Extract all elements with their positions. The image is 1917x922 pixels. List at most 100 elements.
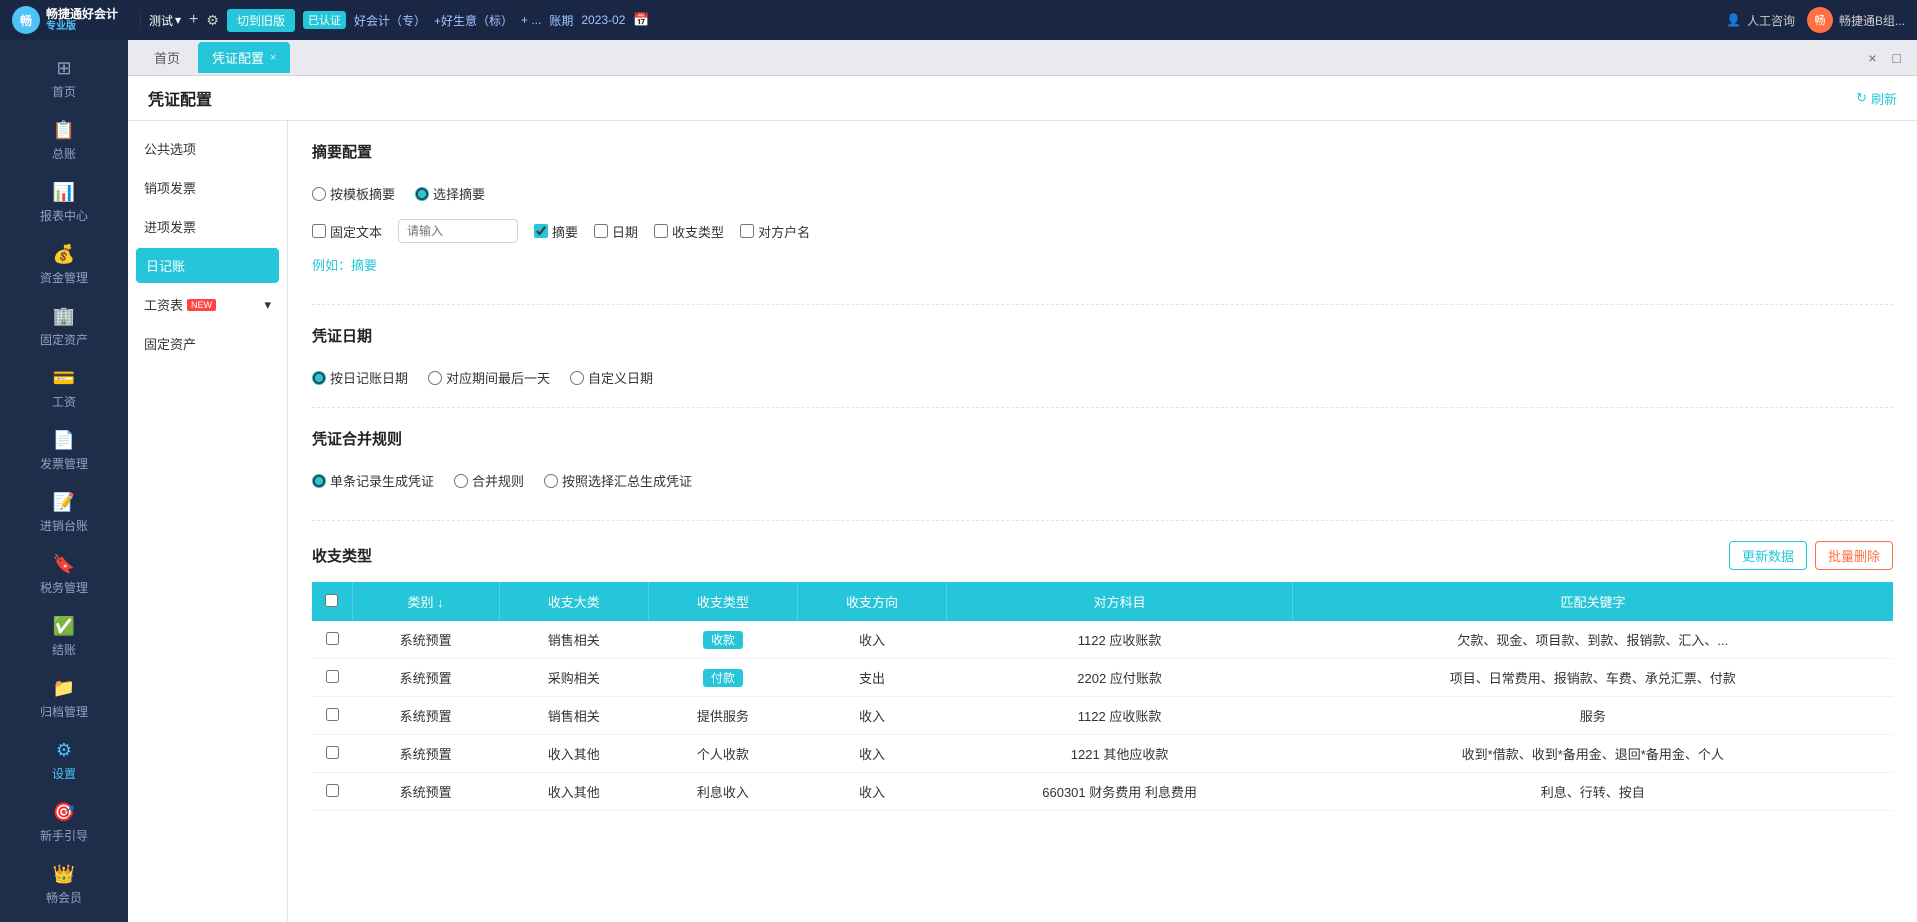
tab-home[interactable]: 首页: [140, 42, 194, 73]
voucher-date-radio-custom[interactable]: 自定义日期: [570, 368, 653, 387]
type-badge-1[interactable]: 收款: [703, 631, 743, 649]
consult-link[interactable]: 👤 人工咨询: [1726, 12, 1795, 29]
sidebar-item-home[interactable]: ⊞ 首页: [0, 48, 128, 110]
td-direction-5: 收入: [797, 773, 946, 811]
checkbox-date-input[interactable]: [594, 224, 608, 238]
close-accounts-icon: ✅: [53, 616, 75, 637]
th-bigtype: 收支大类: [499, 582, 648, 621]
sidenav-purchase-invoice[interactable]: 进项发票: [128, 207, 287, 246]
voucher-date-radio-journal[interactable]: 按日记账日期: [312, 368, 408, 387]
fixed-text-input[interactable]: [398, 219, 518, 243]
select-all-checkbox[interactable]: [325, 594, 338, 607]
company-selector[interactable]: 测试 ▾: [149, 12, 181, 29]
row-4-checkbox[interactable]: [326, 746, 339, 759]
assets-icon: 🏢: [53, 306, 75, 327]
new-badge: NEW: [187, 299, 216, 311]
sidebar-item-invoice[interactable]: 📄 发票管理: [0, 420, 128, 482]
td-direction-2: 支出: [797, 659, 946, 697]
sidebar-item-reports[interactable]: 📊 报表中心: [0, 172, 128, 234]
window-close-btn[interactable]: ×: [1864, 48, 1880, 68]
checkbox-income-type[interactable]: 收支类型: [654, 222, 724, 241]
th-account: 对方科目: [947, 582, 1293, 621]
sidebar-item-close[interactable]: ✅ 结账: [0, 606, 128, 668]
merge-rule-radio-single[interactable]: 单条记录生成凭证: [312, 471, 434, 490]
td-account-2: 2202 应付账款: [947, 659, 1293, 697]
sidenav-journal[interactable]: 日记账: [136, 248, 279, 283]
tab-voucher-config[interactable]: 凭证配置 ×: [198, 42, 290, 73]
checkbox-summary[interactable]: 摘要: [534, 222, 578, 241]
sidebar-item-funds[interactable]: 💰 资金管理: [0, 234, 128, 296]
tab-close-icon[interactable]: ×: [270, 52, 276, 64]
sidebar-item-guide[interactable]: 🎯 新手引导: [0, 792, 128, 854]
type-badge-2[interactable]: 付款: [703, 669, 743, 687]
row-2-checkbox[interactable]: [326, 670, 339, 683]
user-info[interactable]: 畅 畅捷通B组...: [1807, 7, 1905, 33]
checkbox-date[interactable]: 日期: [594, 222, 638, 241]
sidebar-item-assets[interactable]: 🏢 固定资产: [0, 296, 128, 358]
sidebar-item-purchasesales[interactable]: 📝 进销台账: [0, 482, 128, 544]
checkbox-counterpart-input[interactable]: [740, 224, 754, 238]
switch-old-btn[interactable]: 切到旧版: [227, 9, 295, 32]
sidebar-item-settings[interactable]: ⚙ 设置: [0, 730, 128, 792]
summary-radio-template[interactable]: 按模板摘要: [312, 184, 395, 203]
sidebar-item-vip[interactable]: 👑 畅会员: [0, 854, 128, 916]
voucher-date-radio-last[interactable]: 对应期间最后一天: [428, 368, 550, 387]
td-keywords-2: 项目、日常费用、报销款、车费、承兑汇票、付款: [1293, 659, 1893, 697]
window-expand-btn[interactable]: □: [1889, 48, 1905, 68]
refresh-button[interactable]: ↻ 刷新: [1856, 89, 1897, 108]
top-bar-right: 👤 人工咨询 畅 畅捷通B组...: [1726, 7, 1905, 33]
sidebar-item-tax[interactable]: 🔖 税务管理: [0, 544, 128, 606]
checkbox-income-type-input[interactable]: [654, 224, 668, 238]
th-keywords: 匹配关键字: [1293, 582, 1893, 621]
td-category-1: 系统预置: [352, 621, 499, 659]
divider: [140, 10, 141, 30]
sidenav-sales-invoice[interactable]: 销项发票: [128, 168, 287, 207]
td-keywords-4: 收到*借款、收到*备用金、退回*备用金、个人: [1293, 735, 1893, 773]
checkbox-counterpart[interactable]: 对方户名: [740, 222, 810, 241]
merge-rule-radio-merge-input[interactable]: [454, 474, 468, 488]
sidebar-item-ledger[interactable]: 📋 总账: [0, 110, 128, 172]
purchasesales-icon: 📝: [53, 492, 75, 513]
settings-icon[interactable]: ⚙: [206, 12, 219, 29]
voucher-date-radio-custom-input[interactable]: [570, 371, 584, 385]
row-5-checkbox[interactable]: [326, 784, 339, 797]
td-bigtype-2: 采购相关: [499, 659, 648, 697]
merge-rule-radio-total-input[interactable]: [544, 474, 558, 488]
batch-delete-btn[interactable]: 批量删除: [1815, 541, 1893, 570]
divider-2: [312, 407, 1893, 408]
summary-radio-group: 按模板摘要 选择摘要: [312, 184, 1893, 203]
sidenav-public[interactable]: 公共选项: [128, 129, 287, 168]
checkbox-fixed-text[interactable]: 固定文本: [312, 222, 382, 241]
th-check: [312, 582, 352, 621]
content-area: 首页 凭证配置 × × □ 凭证配置 ↻ 刷新 公共选项: [128, 40, 1917, 922]
td-category-4: 系统预置: [352, 735, 499, 773]
divider-3: [312, 520, 1893, 521]
td-type-3: 提供服务: [648, 697, 797, 735]
calendar-icon[interactable]: 📅: [633, 12, 649, 28]
sidebar-item-archive[interactable]: 📁 归档管理: [0, 668, 128, 730]
add-button[interactable]: +: [189, 11, 198, 29]
voucher-date-radio-group: 按日记账日期 对应期间最后一天 自定义日期: [312, 368, 1893, 387]
sidenav-fixed-assets[interactable]: 固定资产: [128, 324, 287, 363]
checkbox-fixed-text-input[interactable]: [312, 224, 326, 238]
update-data-btn[interactable]: 更新数据: [1729, 541, 1807, 570]
td-bigtype-1: 销售相关: [499, 621, 648, 659]
merge-rule-radio-single-input[interactable]: [312, 474, 326, 488]
home-icon: ⊞: [56, 58, 71, 79]
status-good1: 好会计（专）: [354, 12, 426, 29]
summary-radio-select-input[interactable]: [415, 187, 429, 201]
row-3-checkbox[interactable]: [326, 708, 339, 721]
checkbox-summary-input[interactable]: [534, 224, 548, 238]
sidenav-payroll[interactable]: 工资表 NEW ▾: [128, 285, 287, 324]
summary-radio-select[interactable]: 选择摘要: [415, 184, 485, 203]
vip-icon: 👑: [53, 864, 75, 885]
merge-rule-radio-total[interactable]: 按照选择汇总生成凭证: [544, 471, 692, 490]
merge-rule-radio-merge[interactable]: 合并规则: [454, 471, 524, 490]
td-check-3: [312, 697, 352, 735]
status-more: + ...: [521, 13, 541, 27]
voucher-date-radio-journal-input[interactable]: [312, 371, 326, 385]
voucher-date-radio-last-input[interactable]: [428, 371, 442, 385]
row-1-checkbox[interactable]: [326, 632, 339, 645]
summary-radio-template-input[interactable]: [312, 187, 326, 201]
sidebar-item-salary[interactable]: 💳 工资: [0, 358, 128, 420]
